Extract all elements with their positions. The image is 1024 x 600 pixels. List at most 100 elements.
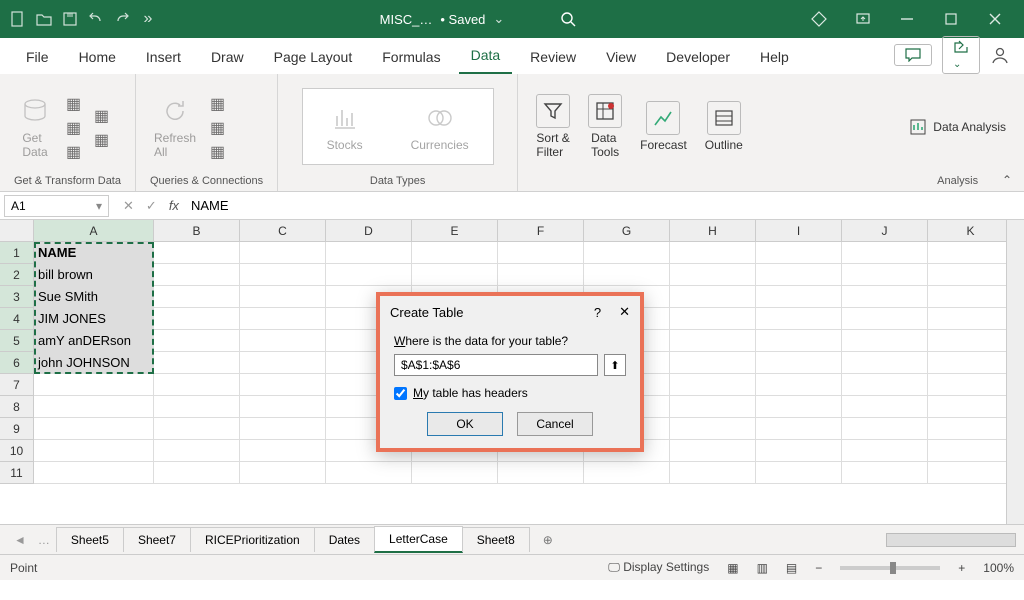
account-icon[interactable] <box>990 45 1010 65</box>
tab-draw[interactable]: Draw <box>199 42 256 74</box>
headers-checkbox-row[interactable]: My table has headers <box>394 386 626 400</box>
open-file-icon[interactable] <box>34 9 54 29</box>
tab-page-layout[interactable]: Page Layout <box>262 42 365 74</box>
search-icon[interactable] <box>560 11 576 27</box>
dialog-question: Where is the data for your table? <box>394 334 626 348</box>
cell-a5[interactable]: amY anDERson <box>34 330 154 352</box>
tab-review[interactable]: Review <box>518 42 588 74</box>
headers-checkbox[interactable] <box>394 387 407 400</box>
tab-insert[interactable]: Insert <box>134 42 193 74</box>
sheet-tab[interactable]: Sheet5 <box>56 527 124 552</box>
add-sheet-icon[interactable]: ⊕ <box>529 533 567 547</box>
diamond-icon[interactable] <box>798 4 840 34</box>
view-normal-icon[interactable]: ▦ <box>727 561 738 575</box>
queries-icon[interactable]: ▦ <box>210 94 228 112</box>
edit-links-icon[interactable]: ▦ <box>210 142 228 160</box>
group-get-transform: Get Data ▦ ▦ ▦ ▦ ▦ Get & Transform Data <box>0 74 136 191</box>
select-all-corner[interactable] <box>0 220 34 242</box>
sheet-tab-active[interactable]: LetterCase <box>374 526 463 553</box>
minimize-button[interactable] <box>886 4 928 34</box>
get-data-button[interactable]: Get Data <box>14 90 56 163</box>
stocks-button[interactable]: Stocks <box>323 97 367 156</box>
refresh-all-button[interactable]: Refresh All <box>150 90 200 163</box>
display-settings-button[interactable]: 🖵 Display Settings <box>608 560 709 575</box>
save-icon[interactable] <box>60 9 80 29</box>
ribbon: Get Data ▦ ▦ ▦ ▦ ▦ Get & Transform Data … <box>0 74 1024 192</box>
sheet-tab[interactable]: Sheet7 <box>123 527 191 552</box>
properties-icon[interactable]: ▦ <box>210 118 228 136</box>
data-tools-button[interactable]: Data Tools <box>584 90 626 163</box>
forecast-button[interactable]: Forecast <box>636 97 691 156</box>
window-title-bar: » MISC_… • Saved ⌄ <box>0 0 1024 38</box>
group-tools: Sort & Filter Data Tools Forecast Outlin… <box>518 74 761 191</box>
tab-data[interactable]: Data <box>459 40 513 74</box>
create-table-dialog: Create Table ? ✕ Where is the data for y… <box>376 292 644 452</box>
tab-file[interactable]: File <box>14 42 61 74</box>
cancel-button[interactable]: Cancel <box>517 412 593 436</box>
formula-bar: A1▾ ✕ ✓ fx NAME <box>0 192 1024 220</box>
sheet-tab[interactable]: Dates <box>314 527 375 552</box>
sheet-tab[interactable]: Sheet8 <box>462 527 530 552</box>
help-icon[interactable]: ? <box>594 305 601 320</box>
vertical-scrollbar[interactable] <box>1006 220 1024 524</box>
from-text-icon[interactable]: ▦ <box>66 94 84 112</box>
undo-icon[interactable] <box>86 9 106 29</box>
redo-icon[interactable] <box>112 9 132 29</box>
title-dropdown-icon[interactable]: ⌄ <box>493 11 504 27</box>
overflow-icon[interactable]: » <box>138 9 158 29</box>
collapse-ribbon-icon[interactable]: ⌃ <box>1002 173 1012 187</box>
recent-sources-icon[interactable]: ▦ <box>94 106 112 124</box>
from-table-icon[interactable]: ▦ <box>66 142 84 160</box>
outline-button[interactable]: Outline <box>701 97 747 156</box>
cell-a6[interactable]: john JOHNSON <box>34 352 154 374</box>
view-page-break-icon[interactable]: ▤ <box>786 561 797 575</box>
ok-button[interactable]: OK <box>427 412 503 436</box>
view-page-layout-icon[interactable]: ▥ <box>757 561 768 575</box>
mode-indicator: Point <box>10 561 37 575</box>
currencies-button[interactable]: Currencies <box>407 97 473 156</box>
from-web-icon[interactable]: ▦ <box>66 118 84 136</box>
row-headers[interactable]: 1234567891011 <box>0 242 34 484</box>
status-bar: Point 🖵 Display Settings ▦ ▥ ▤ − + 100% <box>0 554 1024 580</box>
cell-a1[interactable]: NAME <box>34 242 154 264</box>
tab-nav-more[interactable]: … <box>32 533 56 547</box>
maximize-button[interactable] <box>930 4 972 34</box>
name-box[interactable]: A1▾ <box>4 195 109 217</box>
close-button[interactable] <box>974 4 1016 34</box>
group-data-types: Stocks Currencies Data Types <box>278 74 518 191</box>
zoom-out-icon[interactable]: − <box>815 561 822 575</box>
cell-a4[interactable]: JIM JONES <box>34 308 154 330</box>
fx-icon[interactable]: fx <box>169 198 179 213</box>
cancel-edit-icon[interactable]: ✕ <box>123 198 134 214</box>
new-file-icon[interactable] <box>8 9 28 29</box>
ribbon-mode-icon[interactable] <box>842 4 884 34</box>
save-status: • Saved <box>440 12 485 27</box>
existing-conn-icon[interactable]: ▦ <box>94 130 112 148</box>
zoom-level[interactable]: 100% <box>983 561 1014 575</box>
file-name: MISC_… <box>380 12 433 27</box>
formula-value[interactable]: NAME <box>191 198 229 213</box>
dialog-title: Create Table <box>390 305 594 320</box>
cell-a3[interactable]: Sue SMith <box>34 286 154 308</box>
horizontal-scrollbar[interactable] <box>886 533 1016 547</box>
sheet-tab[interactable]: RICEPrioritization <box>190 527 315 552</box>
confirm-edit-icon[interactable]: ✓ <box>146 198 157 214</box>
data-analysis-button[interactable]: Data Analysis <box>905 114 1010 140</box>
share-button[interactable]: ⌄ <box>942 36 980 74</box>
zoom-slider[interactable] <box>840 566 940 570</box>
tab-nav-prev-icon[interactable]: ◄ <box>8 533 32 547</box>
cell-a2[interactable]: bill brown <box>34 264 154 286</box>
ribbon-tabs: File Home Insert Draw Page Layout Formul… <box>0 38 1024 74</box>
column-headers[interactable]: ABCDEFGHIJK <box>34 220 1014 242</box>
comments-button[interactable] <box>894 44 932 66</box>
tab-home[interactable]: Home <box>67 42 128 74</box>
close-icon[interactable]: ✕ <box>619 304 630 320</box>
range-selector-icon[interactable]: ⬆ <box>604 354 626 376</box>
range-input[interactable] <box>394 354 598 376</box>
tab-view[interactable]: View <box>594 42 648 74</box>
tab-developer[interactable]: Developer <box>654 42 742 74</box>
sort-filter-button[interactable]: Sort & Filter <box>532 90 574 163</box>
zoom-in-icon[interactable]: + <box>958 561 965 575</box>
tab-formulas[interactable]: Formulas <box>370 42 452 74</box>
tab-help[interactable]: Help <box>748 42 801 74</box>
